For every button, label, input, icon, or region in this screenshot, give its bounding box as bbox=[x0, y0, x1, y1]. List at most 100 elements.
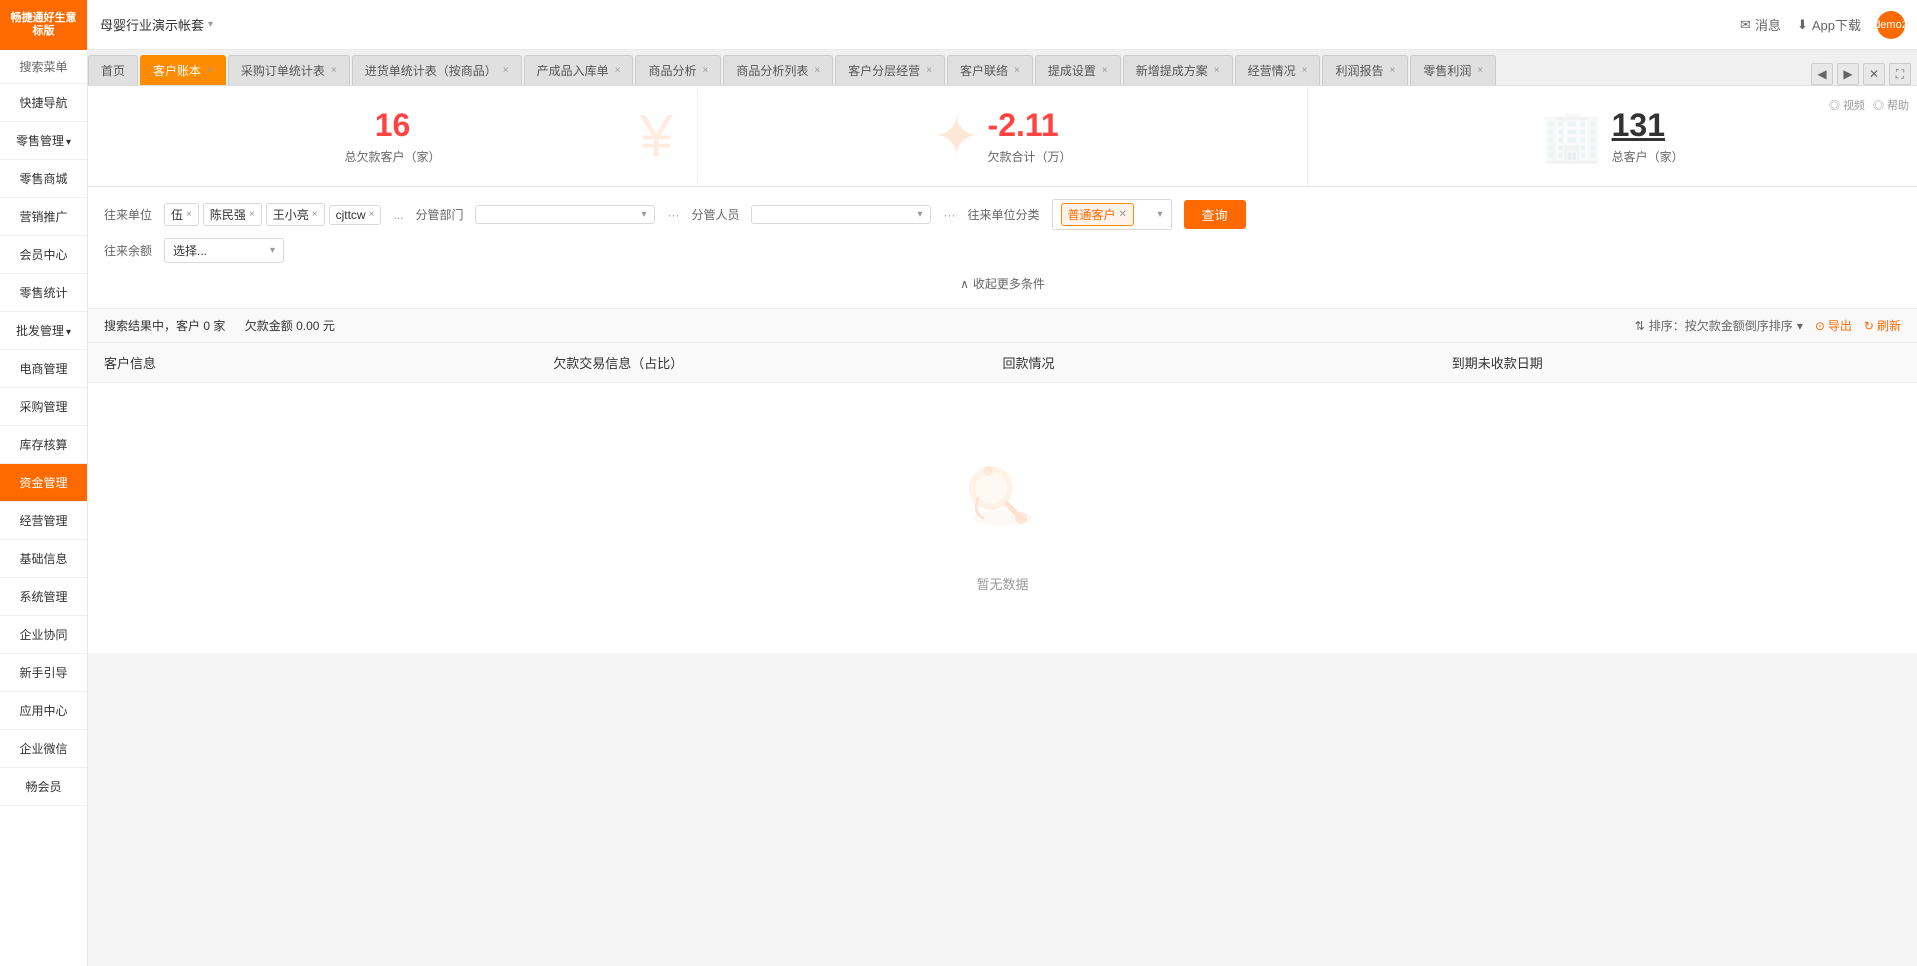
sidebar-quicknav[interactable]: 快捷导航 bbox=[0, 84, 87, 122]
filter-tag-陈民强: 陈民强 × bbox=[203, 203, 262, 226]
tab-product-analysis[interactable]: 商品分析× bbox=[635, 55, 721, 85]
refresh-button[interactable]: ↻ 刷新 bbox=[1864, 317, 1901, 334]
tab-tip-settings[interactable]: 提成设置 × bbox=[1035, 55, 1121, 85]
debit-total-label: 欠款合计（万） bbox=[988, 148, 1072, 165]
chevron-down-dept-icon: ▾ bbox=[641, 209, 646, 220]
tab-close-product-analysis-list[interactable]: × bbox=[814, 65, 820, 76]
tab-close-all-button[interactable]: ✕ bbox=[1863, 63, 1885, 85]
total-customers-value: 131 bbox=[1612, 107, 1684, 144]
sidebar-item-wechat[interactable]: 企业微信 bbox=[0, 730, 87, 768]
tab-customer-segment[interactable]: 客户分层经营× bbox=[835, 55, 945, 85]
export-button[interactable]: ⊙ 导出 bbox=[1815, 317, 1852, 334]
sidebar-item-member[interactable]: 会员中心 bbox=[0, 236, 87, 274]
tab-business-situation[interactable]: 经营情况 × bbox=[1235, 55, 1321, 85]
filter-row-2: 往来余额 选择... ▾ bbox=[104, 238, 1901, 263]
stat-debit-customers: 16 总欠款客户（家） ¥ bbox=[88, 89, 698, 183]
person-select[interactable]: ▾ bbox=[751, 205, 931, 224]
tab-profit-report[interactable]: 利润报告× bbox=[1322, 55, 1408, 85]
tab-close-retail-profit[interactable]: × bbox=[1477, 65, 1483, 76]
sidebar-item-capital[interactable]: 资金管理 bbox=[0, 464, 87, 502]
sort-icon: ⇅ bbox=[1635, 319, 1645, 333]
tab-close-customer-segment[interactable]: × bbox=[926, 65, 932, 76]
app-download-button[interactable]: ⬇ App下载 bbox=[1797, 15, 1861, 34]
debit-customers-value: 16 bbox=[375, 107, 411, 144]
tab-close-new-tip-plan[interactable]: × bbox=[1214, 65, 1220, 76]
tab-product-analysis-list[interactable]: 商品分析列表× bbox=[723, 55, 833, 85]
tab-close-purchase-order[interactable]: × bbox=[331, 65, 337, 76]
sidebar-item-newbie[interactable]: 新手引导 bbox=[0, 654, 87, 692]
tab-close-profit-report[interactable]: × bbox=[1389, 65, 1395, 76]
collapse-button[interactable]: ∧ 收起更多条件 bbox=[960, 271, 1045, 296]
video-link[interactable]: ◎ 视频 bbox=[1829, 97, 1865, 113]
sidebar-item-retail-stat[interactable]: 零售统计 bbox=[0, 274, 87, 312]
sidebar-item-basic[interactable]: 基础信息 bbox=[0, 540, 87, 578]
tab-close-product-analysis[interactable]: × bbox=[702, 65, 708, 76]
tab-customer-contact[interactable]: 客户联络× bbox=[947, 55, 1033, 85]
avatar[interactable]: demo2 bbox=[1877, 11, 1905, 39]
tab-label-purchase-stats: 进货单统计表（按商品） bbox=[365, 62, 497, 79]
sidebar-item-marketing[interactable]: 营销推广 bbox=[0, 198, 87, 236]
filter-tag-王小亮: 王小亮 × bbox=[266, 203, 325, 226]
help-link[interactable]: ◎ 帮助 bbox=[1873, 97, 1909, 113]
sidebar-logo-text: 畅捷通好生意 标版 bbox=[11, 12, 77, 38]
tab-label-tip-settings: 提成设置 bbox=[1048, 62, 1096, 79]
sidebar-item-ecommerce[interactable]: 电商管理 bbox=[0, 350, 87, 388]
col-customer-info: 客户信息 bbox=[104, 353, 553, 372]
query-button[interactable]: 查询 bbox=[1184, 200, 1246, 229]
sidebar-item-vip[interactable]: 畅会员 bbox=[0, 768, 87, 806]
collapse-row: ∧ 收起更多条件 bbox=[104, 271, 1901, 296]
sidebar-item-app-center[interactable]: 应用中心 bbox=[0, 692, 87, 730]
sidebar-item-purchase[interactable]: 采购管理 bbox=[0, 388, 87, 426]
sidebar-item-retail-mall[interactable]: 零售商城 bbox=[0, 160, 87, 198]
unit-type-tag: 普通客户 ✕ bbox=[1061, 203, 1134, 226]
tab-new-tip-plan[interactable]: 新增提成方案× bbox=[1123, 55, 1233, 85]
chevron-down-icon: ▾ bbox=[208, 19, 213, 30]
tab-prev-button[interactable]: ◀ bbox=[1811, 63, 1833, 85]
unit-type-select[interactable]: 普通客户 ✕ ▾ bbox=[1052, 199, 1172, 230]
person-label: 分管人员 bbox=[691, 206, 739, 223]
message-button[interactable]: ✉ 消息 bbox=[1740, 15, 1781, 34]
tag-close-陈民强[interactable]: × bbox=[249, 209, 255, 220]
tab-product-inbound[interactable]: 产成品入库单 × bbox=[524, 55, 634, 85]
dept-label: 分管部门 bbox=[415, 206, 463, 223]
tab-home[interactable]: 首页 bbox=[88, 55, 138, 85]
chevron-down-unit-type-icon: ▾ bbox=[1157, 209, 1162, 220]
tag-close-cjttcw[interactable]: × bbox=[369, 209, 375, 220]
filter-tag-cjttcw: cjttcw × bbox=[329, 205, 382, 225]
tab-close-business-situation[interactable]: × bbox=[1302, 65, 1308, 76]
tag-close-王小亮[interactable]: × bbox=[312, 209, 318, 220]
sidebar-item-system[interactable]: 系统管理 bbox=[0, 578, 87, 616]
filter-more-tags[interactable]: ... bbox=[393, 208, 403, 222]
sidebar-item-enterprise[interactable]: 企业协同 bbox=[0, 616, 87, 654]
sidebar-item-inventory[interactable]: 库存核算 bbox=[0, 426, 87, 464]
tab-expand-button[interactable]: ⛶ bbox=[1889, 63, 1911, 85]
tab-close-customer-contact[interactable]: × bbox=[1014, 65, 1020, 76]
tab-close-tip-settings[interactable]: × bbox=[1102, 65, 1108, 76]
tab-label-product-inbound: 产成品入库单 bbox=[537, 62, 609, 79]
tab-customer-account[interactable]: 客户账本× bbox=[140, 55, 226, 85]
table-header: 客户信息 欠款交易信息（占比） 回款情况 到期未收款日期 bbox=[88, 343, 1917, 383]
dept-select[interactable]: ▾ bbox=[475, 205, 655, 224]
balance-select[interactable]: 选择... ▾ bbox=[164, 238, 284, 263]
sidebar-logo: 畅捷通好生意 标版 bbox=[0, 0, 87, 50]
dept-more-btn[interactable]: ··· bbox=[667, 208, 679, 222]
sidebar-item-retail[interactable]: 零售管理 bbox=[0, 122, 87, 160]
unit-type-tag-close[interactable]: ✕ bbox=[1119, 209, 1127, 220]
tag-close-伍[interactable]: × bbox=[186, 209, 192, 220]
account-selector[interactable]: 母婴行业演示帐套 ▾ bbox=[100, 15, 213, 34]
tab-close-purchase-stats[interactable]: × bbox=[503, 65, 509, 76]
tab-purchase-order[interactable]: 采购订单统计表× bbox=[228, 55, 350, 85]
sort-button[interactable]: ⇅ 排序：按欠款金额倒序排序 ▾ bbox=[1635, 317, 1803, 334]
refresh-icon: ↻ bbox=[1864, 319, 1874, 333]
tab-close-product-inbound[interactable]: × bbox=[615, 65, 621, 76]
person-more-btn[interactable]: ··· bbox=[943, 208, 955, 222]
tab-next-button[interactable]: ▶ bbox=[1837, 63, 1859, 85]
tab-label-business-situation: 经营情况 bbox=[1248, 62, 1296, 79]
tab-close-customer-account[interactable]: × bbox=[207, 65, 213, 76]
sidebar-search-item[interactable]: 搜索菜单 bbox=[0, 50, 87, 84]
empty-icon bbox=[953, 443, 1053, 562]
tab-purchase-stats[interactable]: 进货单统计表（按商品） × bbox=[352, 55, 522, 85]
sidebar-item-operation[interactable]: 经营管理 bbox=[0, 502, 87, 540]
sidebar-item-wholesale[interactable]: 批发管理 bbox=[0, 312, 87, 350]
tab-retail-profit[interactable]: 零售利润× bbox=[1410, 55, 1496, 85]
